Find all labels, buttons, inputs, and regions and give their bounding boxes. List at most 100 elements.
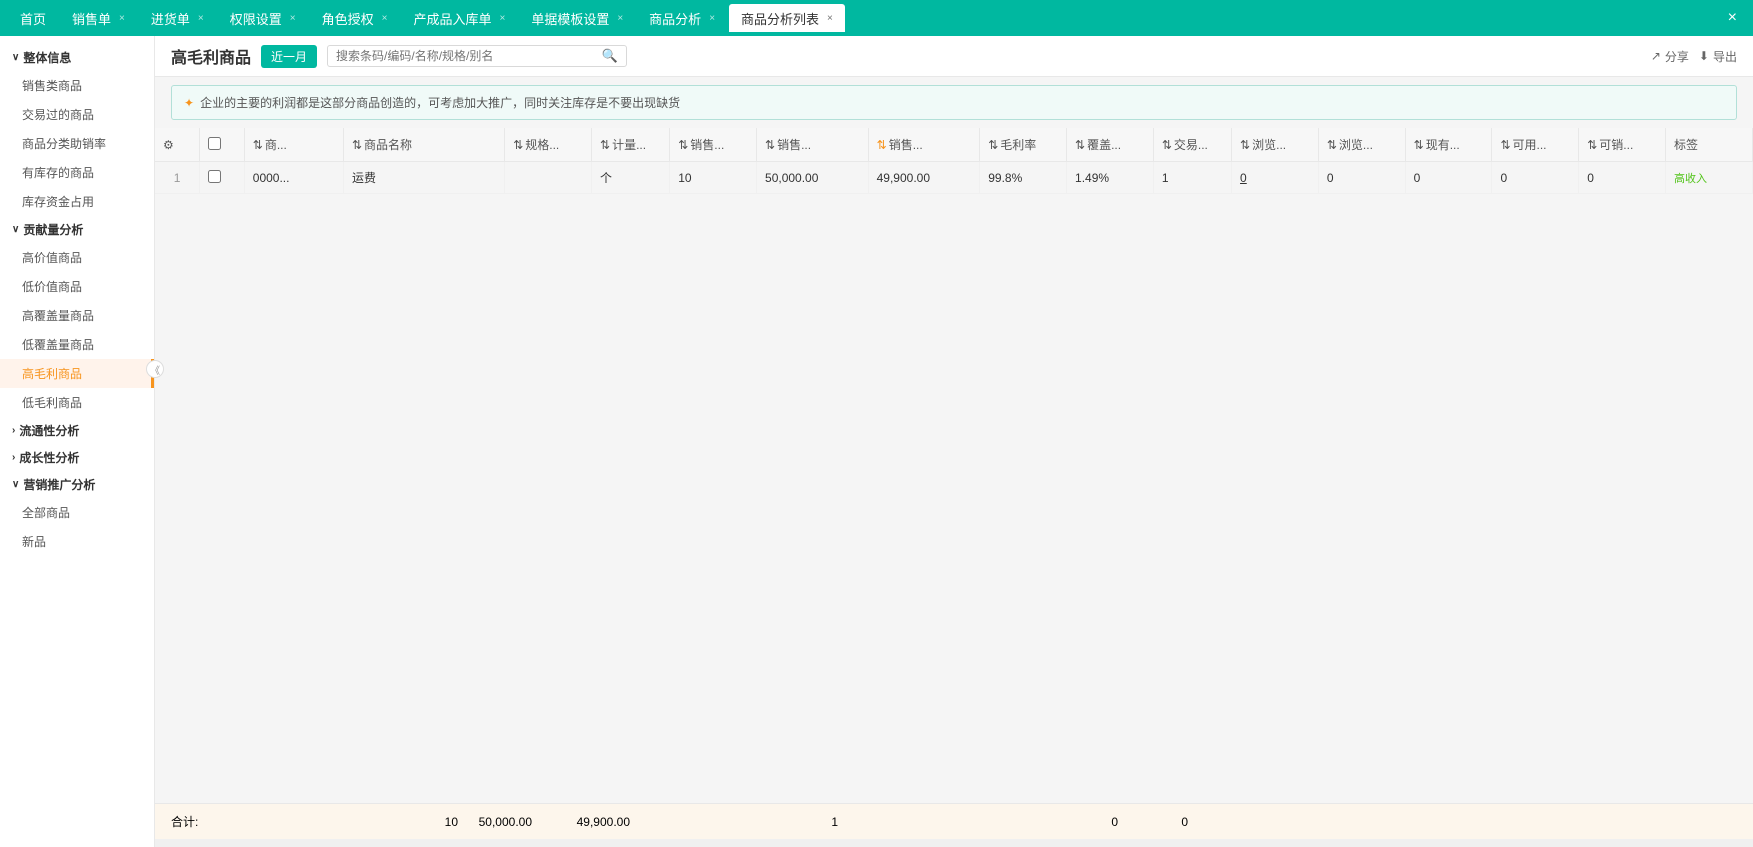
- settings-icon[interactable]: ⚙: [163, 138, 174, 152]
- total-available: 0: [1048, 815, 1118, 829]
- sidebar-group-marketing[interactable]: ∨ 营销推广分析: [0, 471, 154, 498]
- col-code[interactable]: ⇅商...: [244, 128, 343, 162]
- col-gross-rate[interactable]: ⇅毛利率: [980, 128, 1067, 162]
- sort-icon: ⇅: [988, 138, 998, 152]
- close-icon[interactable]: ×: [499, 13, 505, 24]
- sort-icon: ⇅: [1587, 138, 1597, 152]
- header-actions: ↗ 分享 ⬇ 导出: [1651, 48, 1737, 65]
- search-icon[interactable]: 🔍: [602, 48, 618, 64]
- tab-products-in[interactable]: 产成品入库单 ×: [401, 4, 517, 32]
- tab-roles[interactable]: 角色授权 ×: [310, 4, 400, 32]
- tab-purchase[interactable]: 进货单 ×: [139, 4, 216, 32]
- tab-permissions[interactable]: 权限设置 ×: [218, 4, 308, 32]
- sort-icon: ⇅: [1327, 138, 1337, 152]
- notice-icon: ✦: [184, 96, 194, 110]
- col-saleable[interactable]: ⇅可销...: [1579, 128, 1666, 162]
- export-button[interactable]: ⬇ 导出: [1699, 48, 1737, 65]
- sidebar-group-overall[interactable]: ∨ 整体信息: [0, 44, 154, 71]
- table-row: 1 0000... 运费 个 10 50,000.00 49,900.00 99…: [155, 162, 1753, 194]
- close-icon[interactable]: ×: [617, 13, 623, 24]
- sidebar-item-sales-goods[interactable]: 销售类商品: [0, 71, 154, 100]
- row-checkbox[interactable]: [200, 162, 245, 194]
- close-all-tabs-button[interactable]: ×: [1720, 9, 1745, 27]
- sort-icon: ⇅: [513, 138, 523, 152]
- col-browse2[interactable]: ⇅浏览...: [1318, 128, 1405, 162]
- close-icon[interactable]: ×: [382, 13, 388, 24]
- row-gross-rate: 99.8%: [980, 162, 1067, 194]
- sidebar-item-low-value[interactable]: 低价值商品: [0, 272, 154, 301]
- content-area: 高毛利商品 近一月 🔍 ↗ 分享 ⬇ 导出: [155, 36, 1753, 847]
- horizontal-scrollbar[interactable]: [155, 839, 1753, 847]
- close-icon[interactable]: ×: [198, 13, 204, 24]
- col-unit[interactable]: ⇅计量...: [592, 128, 670, 162]
- sidebar-item-low-margin[interactable]: 低毛利商品: [0, 388, 154, 417]
- sort-icon: ⇅: [1075, 138, 1085, 152]
- export-icon: ⬇: [1699, 49, 1709, 63]
- collapse-arrow-icon: ∨: [12, 52, 19, 63]
- row-available: 0: [1492, 162, 1579, 194]
- sort-icon: ⇅: [253, 138, 263, 152]
- notice-bar: ✦ 企业的主要的利润都是这部分商品创造的，可考虑加大推广，同时关注库存是不要出现…: [171, 85, 1737, 120]
- tab-template[interactable]: 单据模板设置 ×: [519, 4, 635, 32]
- tab-analysis-list[interactable]: 商品分析列表 ×: [729, 4, 845, 32]
- close-icon[interactable]: ×: [709, 13, 715, 24]
- close-icon[interactable]: ×: [290, 13, 296, 24]
- sidebar-group-growth[interactable]: › 成长性分析: [0, 444, 154, 471]
- row-spec: [505, 162, 592, 194]
- tab-analysis[interactable]: 商品分析 ×: [637, 4, 727, 32]
- tab-sales[interactable]: 销售单 ×: [60, 4, 137, 32]
- share-button[interactable]: ↗ 分享: [1651, 48, 1689, 65]
- row-code: 0000...: [244, 162, 343, 194]
- filter-recent-month-button[interactable]: 近一月: [261, 45, 317, 68]
- expand-arrow-icon: ›: [12, 452, 15, 463]
- col-sales-amt[interactable]: ⇅销售...: [757, 128, 869, 162]
- sort-icon: ⇅: [352, 138, 362, 152]
- sidebar-item-new-goods[interactable]: 新品: [0, 527, 154, 556]
- collapse-arrow-icon: ∨: [12, 224, 19, 235]
- total-label: 合计:: [163, 813, 328, 830]
- col-current[interactable]: ⇅现有...: [1405, 128, 1492, 162]
- sidebar-group-liquidity[interactable]: › 流通性分析: [0, 417, 154, 444]
- col-coverage[interactable]: ⇅覆盖...: [1067, 128, 1154, 162]
- expand-arrow-icon: ›: [12, 425, 15, 436]
- footer-total-bar: 合计: 10 50,000.00 49,900.00 1 0 0: [155, 803, 1753, 839]
- row-browse1[interactable]: 0: [1232, 162, 1319, 194]
- col-tag[interactable]: 标签: [1666, 128, 1753, 162]
- data-table: ⚙ ⇅商... ⇅商品名称 ⇅: [155, 128, 1753, 194]
- close-icon[interactable]: ×: [119, 13, 125, 24]
- sidebar-item-all-goods[interactable]: 全部商品: [0, 498, 154, 527]
- sidebar-item-low-coverage[interactable]: 低覆盖量商品: [0, 330, 154, 359]
- col-sales-qty[interactable]: ⇅销售...: [670, 128, 757, 162]
- sidebar-group-contribution[interactable]: ∨ 贡献量分析: [0, 216, 154, 243]
- col-available[interactable]: ⇅可用...: [1492, 128, 1579, 162]
- browse1-link[interactable]: 0: [1240, 171, 1247, 185]
- col-spec[interactable]: ⇅规格...: [505, 128, 592, 162]
- total-transaction: 1: [778, 815, 838, 829]
- sidebar-item-stock-capital[interactable]: 库存资金占用: [0, 187, 154, 216]
- col-checkbox[interactable]: [200, 128, 245, 162]
- sidebar-item-high-coverage[interactable]: 高覆盖量商品: [0, 301, 154, 330]
- row-number: 1: [155, 162, 200, 194]
- tab-home[interactable]: 首页: [8, 4, 58, 32]
- table-container[interactable]: ⚙ ⇅商... ⇅商品名称 ⇅: [155, 128, 1753, 803]
- col-sales-profit[interactable]: ⇅销售...: [868, 128, 980, 162]
- sidebar-item-stocked-goods[interactable]: 有库存的商品: [0, 158, 154, 187]
- sidebar-item-traded-goods[interactable]: 交易过的商品: [0, 100, 154, 129]
- sidebar-item-high-margin[interactable]: 高毛利商品: [0, 359, 154, 388]
- sidebar-item-high-value[interactable]: 高价值商品: [0, 243, 154, 272]
- total-sales-profit: 49,900.00: [548, 815, 638, 829]
- search-input[interactable]: [336, 49, 602, 63]
- col-transaction[interactable]: ⇅交易...: [1153, 128, 1231, 162]
- col-browse1[interactable]: ⇅浏览...: [1232, 128, 1319, 162]
- row-select-checkbox[interactable]: [208, 170, 221, 183]
- sidebar-item-category-rate[interactable]: 商品分类助销率: [0, 129, 154, 158]
- col-name[interactable]: ⇅商品名称: [343, 128, 504, 162]
- close-icon[interactable]: ×: [827, 13, 833, 24]
- select-all-checkbox[interactable]: [208, 137, 221, 150]
- sidebar: ∨ 整体信息 销售类商品 交易过的商品 商品分类助销率 有库存的商品 库存资金占…: [0, 36, 155, 847]
- content-header: 高毛利商品 近一月 🔍 ↗ 分享 ⬇ 导出: [155, 36, 1753, 77]
- row-transaction: 1: [1153, 162, 1231, 194]
- row-current: 0: [1405, 162, 1492, 194]
- sort-icon: ⇅: [877, 138, 887, 152]
- col-settings[interactable]: ⚙: [155, 128, 200, 162]
